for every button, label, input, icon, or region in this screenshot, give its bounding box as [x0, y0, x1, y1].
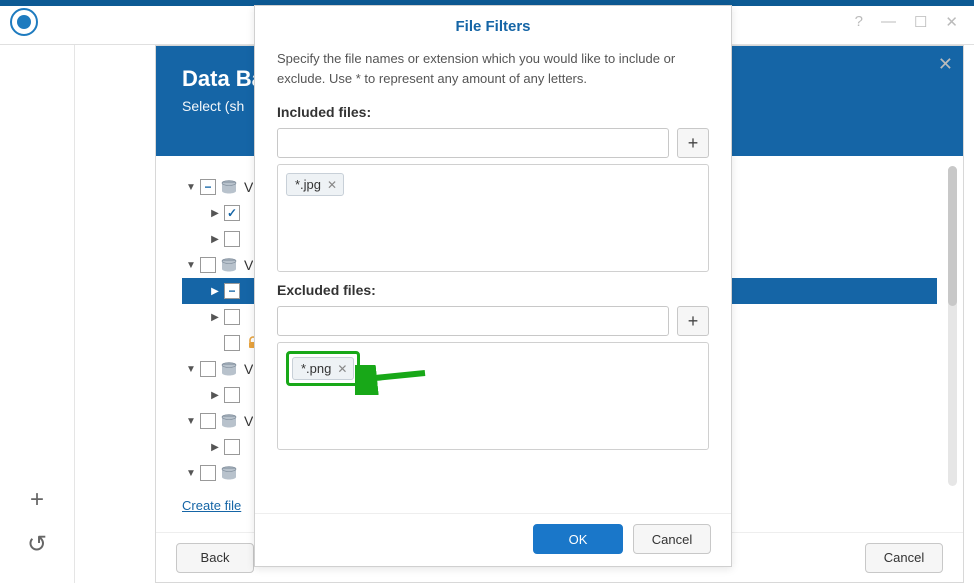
filter-chip[interactable]: *.jpg ✕ [286, 173, 344, 196]
tree-checkbox[interactable] [224, 439, 240, 455]
included-label: Included files: [277, 104, 709, 120]
tree-label: V [244, 257, 253, 273]
included-input[interactable] [277, 128, 669, 158]
cancel-button[interactable]: Cancel [865, 543, 943, 573]
dialog-footer: OK Cancel [255, 513, 731, 566]
excluded-input[interactable] [277, 306, 669, 336]
expand-caret-icon[interactable]: ▼ [186, 260, 196, 271]
tree-checkbox[interactable] [200, 361, 216, 377]
action-sidebar: + ↺ [0, 45, 75, 583]
dialog-title: File Filters [255, 6, 731, 45]
database-icon [220, 258, 238, 272]
database-icon [220, 180, 238, 194]
expand-caret-icon[interactable]: ▶ [210, 208, 220, 219]
tree-label: V [244, 413, 253, 429]
tree-checkbox[interactable] [200, 465, 216, 481]
tree-label: V [244, 361, 253, 377]
close-icon[interactable]: ✕ [945, 13, 958, 31]
add-excluded-button[interactable]: + [677, 306, 709, 336]
scrollbar[interactable] [948, 166, 957, 486]
dialog-cancel-button[interactable]: Cancel [633, 524, 711, 554]
expand-caret-icon[interactable]: ▼ [186, 364, 196, 375]
expand-caret-icon[interactable]: ▶ [210, 312, 220, 323]
file-filters-dialog: File Filters Specify the file names or e… [254, 5, 732, 567]
tree-checkbox[interactable] [224, 335, 240, 351]
window-controls: ? — ☐ ✕ [855, 13, 968, 31]
create-file-filters-link[interactable]: Create file [182, 498, 241, 513]
highlighted-chip: *.png ✕ [286, 351, 360, 386]
chip-text: *.png [301, 361, 331, 376]
remove-chip-icon[interactable]: ✕ [337, 362, 347, 376]
ok-button[interactable]: OK [533, 524, 623, 554]
tree-checkbox[interactable] [224, 283, 240, 299]
remove-chip-icon[interactable]: ✕ [327, 178, 337, 192]
chip-text: *.jpg [295, 177, 321, 192]
expand-caret-icon[interactable]: ▼ [186, 416, 196, 427]
scrollbar-thumb[interactable] [948, 166, 957, 306]
tree-label: V [244, 179, 253, 195]
database-icon [220, 414, 238, 428]
tree-checkbox[interactable] [224, 231, 240, 247]
add-task-button[interactable]: + [30, 486, 44, 514]
tree-checkbox[interactable] [200, 257, 216, 273]
expand-caret-icon[interactable]: ▼ [186, 468, 196, 479]
maximize-icon[interactable]: ☐ [914, 13, 927, 31]
included-chip-box: *.jpg ✕ [277, 164, 709, 272]
dialog-description: Specify the file names or extension whic… [277, 49, 709, 88]
excluded-label: Excluded files: [277, 282, 709, 298]
expand-caret-icon[interactable]: ▼ [186, 182, 196, 193]
expand-caret-icon[interactable]: ▶ [210, 234, 220, 245]
tree-checkbox[interactable] [224, 387, 240, 403]
minimize-icon[interactable]: — [881, 13, 896, 31]
database-icon [220, 466, 238, 480]
excluded-chip-box: *.png ✕ [277, 342, 709, 450]
help-icon[interactable]: ? [855, 13, 863, 31]
add-included-button[interactable]: + [677, 128, 709, 158]
tree-checkbox[interactable] [224, 309, 240, 325]
tree-checkbox[interactable] [200, 179, 216, 195]
app-logo [10, 8, 38, 36]
wizard-close-icon[interactable]: ✕ [938, 54, 953, 75]
tree-checkbox[interactable] [224, 205, 240, 221]
back-button[interactable]: Back [176, 543, 254, 573]
expand-caret-icon[interactable]: ▶ [210, 286, 220, 297]
history-button[interactable]: ↺ [27, 530, 47, 559]
database-icon [220, 362, 238, 376]
expand-caret-icon[interactable]: ▶ [210, 390, 220, 401]
expand-caret-icon[interactable]: ▶ [210, 442, 220, 453]
filter-chip[interactable]: *.png ✕ [292, 357, 354, 380]
tree-checkbox[interactable] [200, 413, 216, 429]
